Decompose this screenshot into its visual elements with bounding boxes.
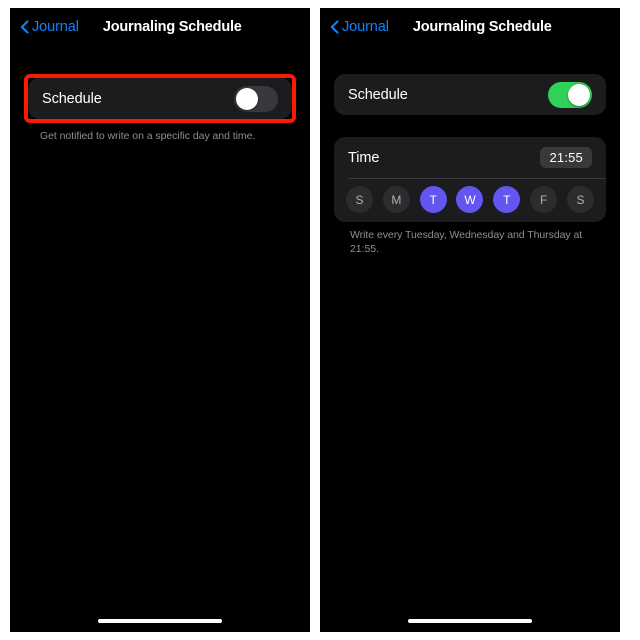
content-area-left: Schedule Get notified to write on a spec… bbox=[10, 46, 310, 143]
schedule-footnote: Get notified to write on a specific day … bbox=[40, 130, 256, 142]
time-row-label: Time bbox=[348, 149, 380, 166]
toggle-knob bbox=[236, 87, 258, 110]
back-button-label: Journal bbox=[32, 19, 79, 35]
schedule-toggle[interactable] bbox=[234, 85, 278, 112]
day-toggle-tuesday[interactable]: T bbox=[419, 186, 447, 213]
day-toggle-wednesday[interactable]: W bbox=[456, 186, 484, 213]
schedule-card: Schedule bbox=[28, 78, 292, 119]
back-button[interactable]: Journal bbox=[18, 17, 81, 37]
time-footnote: Write every Tuesday, Wednesday and Thurs… bbox=[350, 229, 583, 256]
schedule-card: Schedule bbox=[334, 74, 606, 115]
back-button[interactable]: Journal bbox=[328, 17, 391, 37]
home-indicator bbox=[98, 619, 222, 623]
toggle-knob bbox=[568, 83, 590, 106]
day-label: M bbox=[391, 192, 402, 207]
day-label: F bbox=[539, 192, 548, 207]
nav-bar: Journal Journaling Schedule bbox=[320, 8, 620, 46]
time-value-button[interactable]: 21:55 bbox=[540, 147, 592, 168]
phone-panel-left: Journal Journaling Schedule Schedule Get… bbox=[10, 8, 310, 632]
back-button-label: Journal bbox=[342, 19, 389, 35]
content-area-right: Schedule Time 21:55 S M T W T F S Write … bbox=[320, 46, 620, 256]
chevron-left-icon bbox=[20, 20, 29, 34]
schedule-row-label: Schedule bbox=[348, 86, 408, 103]
day-label: T bbox=[503, 192, 511, 207]
page-title: Journaling Schedule bbox=[102, 19, 242, 35]
home-indicator bbox=[408, 619, 532, 623]
day-toggle-saturday[interactable]: S bbox=[566, 186, 594, 213]
schedule-toggle[interactable] bbox=[548, 81, 592, 108]
schedule-row-label: Schedule bbox=[42, 90, 102, 107]
chevron-left-icon bbox=[330, 20, 339, 34]
nav-bar: Journal Journaling Schedule bbox=[10, 8, 310, 46]
day-label: S bbox=[355, 192, 364, 207]
day-toggle-thursday[interactable]: T bbox=[493, 186, 521, 213]
day-toggle-sunday[interactable]: S bbox=[346, 186, 373, 213]
schedule-row[interactable]: Schedule bbox=[334, 74, 606, 115]
time-card: Time 21:55 S M T W T F S bbox=[334, 137, 606, 222]
day-toggle-monday[interactable]: M bbox=[382, 186, 410, 213]
day-label: W bbox=[464, 192, 476, 207]
phone-panel-right: Journal Journaling Schedule Schedule Tim… bbox=[320, 8, 620, 632]
highlight-annotation-box: Schedule bbox=[24, 74, 296, 123]
day-toggle-friday[interactable]: F bbox=[530, 186, 558, 213]
day-label: T bbox=[429, 192, 437, 207]
day-label: S bbox=[576, 192, 585, 207]
time-row[interactable]: Time 21:55 bbox=[334, 137, 606, 178]
day-selector: S M T W T F S bbox=[334, 179, 606, 222]
screenshot-stage: Journal Journaling Schedule Schedule Get… bbox=[0, 0, 640, 640]
schedule-row[interactable]: Schedule bbox=[28, 78, 292, 119]
page-title: Journaling Schedule bbox=[412, 19, 552, 35]
